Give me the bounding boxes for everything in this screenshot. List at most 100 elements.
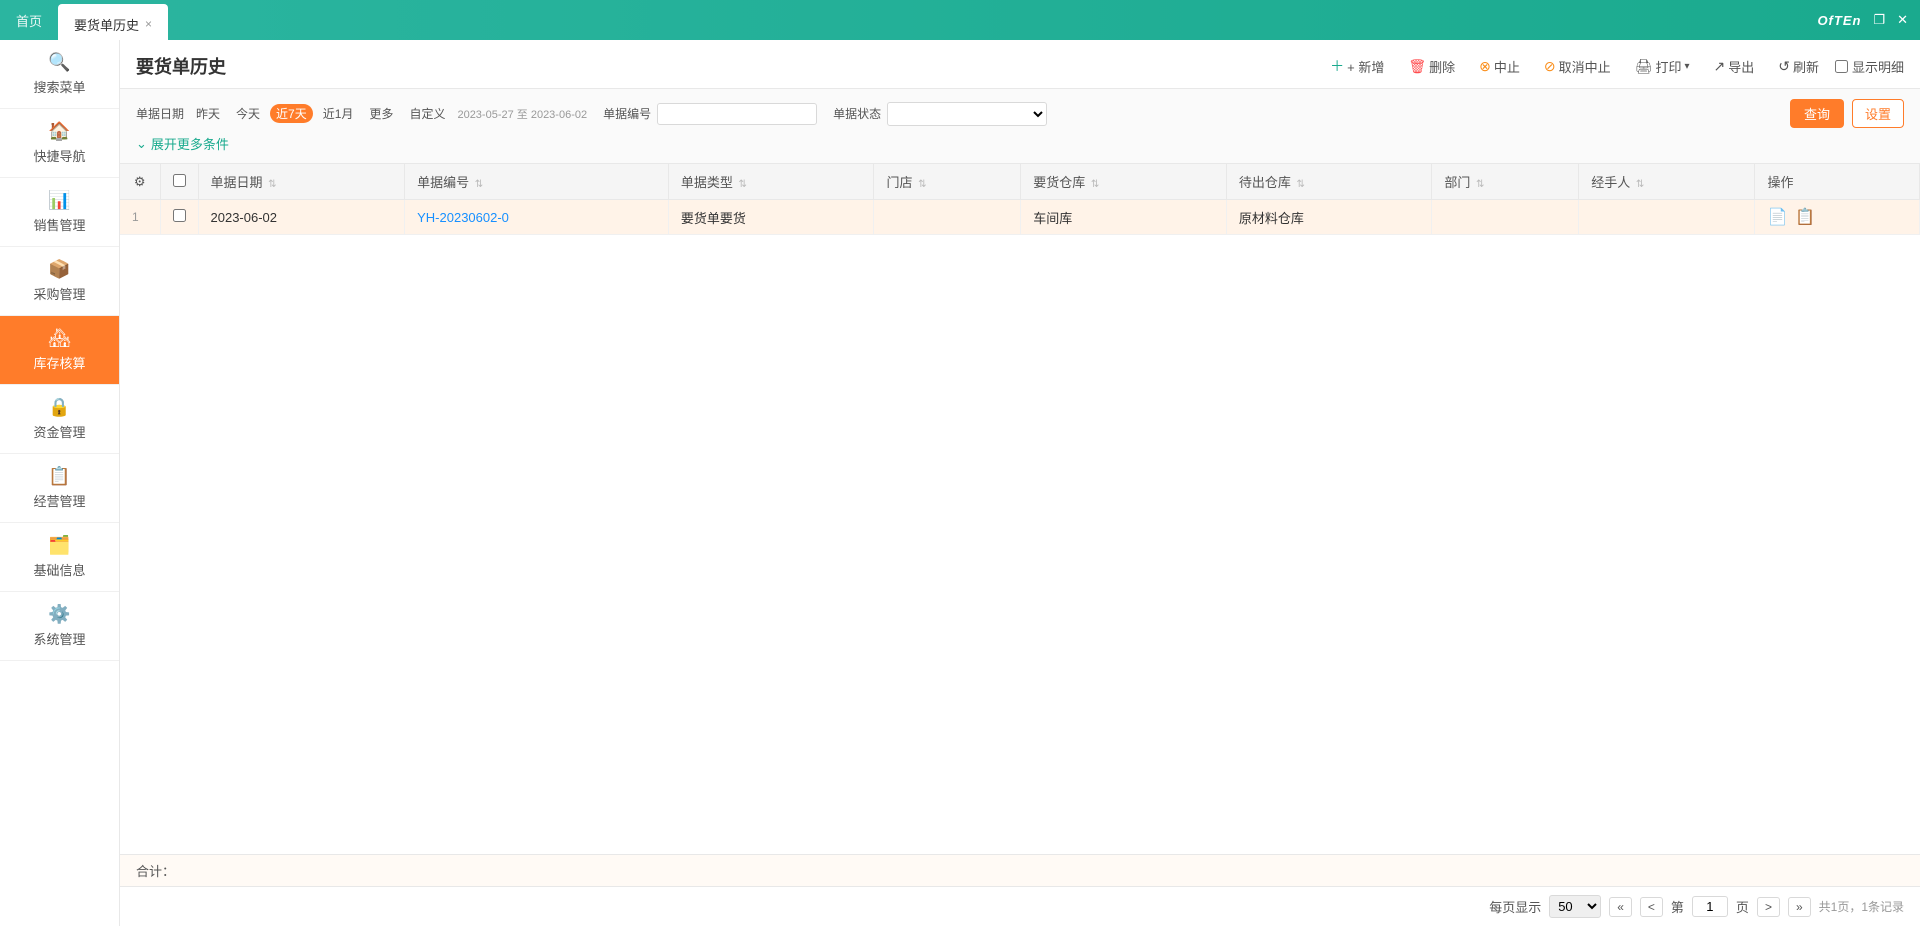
filter-area: 单据日期 昨天 今天 近7天 近1月 更多 自定义 2023-05-27 至 2…	[120, 89, 1920, 164]
cancel-stop-label: 取消中止	[1559, 57, 1611, 76]
expand-more-label: 展开更多条件	[151, 134, 229, 153]
export-label: 导出	[1728, 57, 1754, 76]
tab-home[interactable]: 首页	[0, 0, 58, 40]
sidebar-item-system-mgmt[interactable]: ⚙️ 系统管理	[0, 592, 119, 661]
page-number-input[interactable]	[1692, 896, 1728, 917]
col-req-warehouse[interactable]: 要货仓库 ⇅	[1021, 164, 1227, 200]
data-table: ⚙ 单据日期 ⇅ 单据编号 ⇅ 单据类型	[120, 164, 1920, 235]
sort-doc-date-icon: ⇅	[268, 179, 276, 190]
sidebar-item-purchase-mgmt[interactable]: 📦 采购管理	[0, 247, 119, 316]
basic-info-icon: 🗂️	[48, 535, 70, 556]
date-filter-group: 单据日期 昨天 今天 近7天 近1月 更多 自定义 2023-05-27 至 2…	[136, 104, 587, 123]
row-doc-no[interactable]: YH-20230602-0	[405, 200, 669, 235]
brand-name: OfTEn	[1817, 13, 1861, 28]
doc-no-input[interactable]	[657, 103, 817, 125]
table-header-row: ⚙ 单据日期 ⇅ 单据编号 ⇅ 单据类型	[120, 164, 1920, 200]
row-index: 1	[120, 200, 160, 235]
col-handler-label: 经手人	[1591, 175, 1630, 190]
shortcut-yesterday[interactable]: 昨天	[190, 104, 226, 123]
sidebar-item-operation-mgmt[interactable]: 📋 经营管理	[0, 454, 119, 523]
date-range-display: 2023-05-27 至 2023-06-02	[457, 106, 587, 122]
shortcut-custom[interactable]: 自定义	[403, 104, 451, 123]
sales-mgmt-icon: 📊	[48, 190, 70, 211]
sidebar-label-finance-mgmt: 资金管理	[33, 422, 85, 441]
expand-more-btn[interactable]: ⌄ 展开更多条件	[136, 134, 1904, 153]
sidebar-item-inventory[interactable]: 🏘 库存核算	[0, 316, 119, 385]
refresh-icon: ↺	[1778, 58, 1790, 75]
col-handler[interactable]: 经手人 ⇅	[1579, 164, 1755, 200]
cancel-stop-button[interactable]: ⊘ 取消中止	[1536, 53, 1619, 80]
date-filter-label: 单据日期	[136, 105, 184, 122]
tab-doc-history-label: 要货单历史	[74, 15, 139, 34]
sidebar-item-finance-mgmt[interactable]: 🔒 资金管理	[0, 385, 119, 454]
system-mgmt-icon: ⚙️	[48, 604, 70, 625]
chevron-down-icon: ⌄	[136, 136, 147, 152]
refresh-button[interactable]: ↺ 刷新	[1770, 53, 1827, 80]
settings-button[interactable]: 设置	[1852, 99, 1904, 128]
print-label: 打印	[1655, 57, 1681, 76]
status-label: 单据状态	[833, 105, 881, 122]
doc-no-link[interactable]: YH-20230602-0	[417, 210, 509, 225]
last-page-button[interactable]: »	[1788, 897, 1811, 917]
new-button[interactable]: ＋ + 新增	[1322, 52, 1392, 80]
shortcut-more[interactable]: 更多	[363, 104, 399, 123]
first-page-button[interactable]: «	[1609, 897, 1632, 917]
col-settings[interactable]: ⚙	[120, 164, 160, 200]
display-detail-checkbox[interactable]	[1835, 60, 1848, 73]
page-title: 要货单历史	[136, 53, 226, 79]
row-doc-type: 要货单要货	[668, 200, 874, 235]
close-window-icon[interactable]: ✕	[1897, 12, 1908, 28]
row-select-checkbox[interactable]	[173, 209, 186, 222]
col-store[interactable]: 门店 ⇅	[874, 164, 1021, 200]
per-page-select[interactable]: 50 20 100 200	[1549, 895, 1601, 918]
restore-icon[interactable]: ❐	[1873, 12, 1885, 28]
display-detail-checkbox-label[interactable]: 显示明细	[1835, 57, 1904, 76]
total-label: 共1页，1条记录	[1819, 898, 1904, 915]
col-doc-no-label: 单据编号	[417, 175, 469, 190]
stop-button[interactable]: ⊗ 中止	[1471, 53, 1528, 80]
print-icon: 🖨	[1635, 58, 1653, 75]
sidebar-item-quick-nav[interactable]: 🏠 快捷导航	[0, 109, 119, 178]
col-dept[interactable]: 部门 ⇅	[1432, 164, 1579, 200]
sort-req-warehouse-icon: ⇅	[1091, 179, 1099, 190]
toolbar: ＋ + 新增 🗑 删除 ⊗ 中止 ⊘ 取消中止 🖨 打印	[1322, 52, 1904, 80]
tab-home-label: 首页	[16, 11, 42, 30]
row-checkbox[interactable]	[160, 200, 198, 235]
col-pending-warehouse[interactable]: 待出仓库 ⇅	[1226, 164, 1432, 200]
quick-nav-icon: 🏠	[48, 121, 70, 142]
delete-button[interactable]: 🗑 删除	[1400, 53, 1463, 80]
sort-dept-icon: ⇅	[1476, 179, 1484, 190]
top-bar: 首页 要货单历史 × OfTEn ❐ ✕	[0, 0, 1920, 40]
purchase-mgmt-icon: 📦	[48, 259, 70, 280]
export-button[interactable]: ↗ 导出	[1705, 53, 1762, 80]
col-operation: 操作	[1755, 164, 1920, 200]
col-checkbox	[160, 164, 198, 200]
col-doc-date[interactable]: 单据日期 ⇅	[198, 164, 405, 200]
col-doc-no[interactable]: 单据编号 ⇅	[405, 164, 669, 200]
tab-close-icon[interactable]: ×	[145, 17, 152, 31]
pagination: 每页显示 50 20 100 200 « < 第 页 > » 共1页，1条记录	[120, 886, 1920, 926]
query-button[interactable]: 查询	[1790, 99, 1844, 128]
op-copy-icon[interactable]: 📋	[1795, 207, 1815, 227]
shortcut-7days[interactable]: 近7天	[270, 104, 313, 123]
status-select[interactable]	[887, 102, 1047, 126]
sidebar-label-purchase-mgmt: 采购管理	[33, 284, 85, 303]
col-doc-type[interactable]: 单据类型 ⇅	[668, 164, 874, 200]
tab-doc-history[interactable]: 要货单历史 ×	[58, 4, 168, 44]
shortcut-today[interactable]: 今天	[230, 104, 266, 123]
prev-page-button[interactable]: <	[1640, 897, 1663, 917]
content-area: 要货单历史 ＋ + 新增 🗑 删除 ⊗ 中止 ⊘ 取消中止	[120, 40, 1920, 926]
op-view-icon[interactable]: 📄	[1767, 207, 1787, 227]
row-handler	[1579, 200, 1755, 235]
filter-row-1: 单据日期 昨天 今天 近7天 近1月 更多 自定义 2023-05-27 至 2…	[136, 99, 1904, 128]
table-row: 1 2023-06-02 YH-20230602-0 要货单要货 车间库 原材料…	[120, 200, 1920, 235]
shortcut-1month[interactable]: 近1月	[317, 104, 360, 123]
sidebar-item-search-menu[interactable]: 🔍 搜索菜单	[0, 40, 119, 109]
status-filter-group: 单据状态	[833, 102, 1047, 126]
sidebar-item-sales-mgmt[interactable]: 📊 销售管理	[0, 178, 119, 247]
select-all-checkbox[interactable]	[173, 174, 186, 187]
print-button[interactable]: 🖨 打印 ▾	[1627, 53, 1698, 80]
next-page-button[interactable]: >	[1757, 897, 1780, 917]
sidebar-item-basic-info[interactable]: 🗂️ 基础信息	[0, 523, 119, 592]
main-layout: 🔍 搜索菜单 🏠 快捷导航 📊 销售管理 📦 采购管理 🏘 库存核算 🔒 资金管…	[0, 40, 1920, 926]
